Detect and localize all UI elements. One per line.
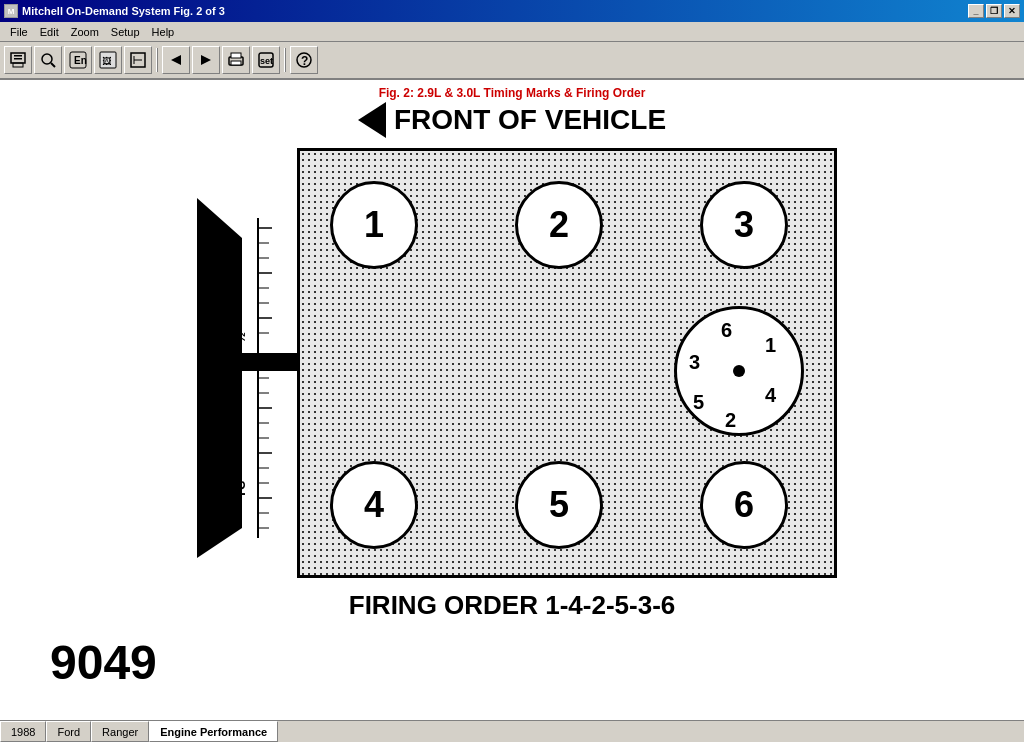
svg-marker-14	[201, 55, 211, 65]
svg-point-4	[42, 54, 52, 64]
status-tab-model[interactable]: Ranger	[91, 721, 149, 742]
title-bar: M Mitchell On-Demand System Fig. 2 of 3 …	[0, 0, 1024, 22]
diagram-container: FRONT OF VEHICLE	[0, 102, 1024, 712]
front-label-text: FRONT OF VEHICLE	[394, 104, 666, 136]
dist-num-2: 2	[725, 409, 736, 432]
arrow-left-icon	[358, 102, 386, 138]
svg-rect-3	[14, 58, 22, 60]
toolbar-help-btn[interactable]: ?	[290, 46, 318, 74]
toolbar-print-btn[interactable]	[222, 46, 250, 74]
svg-text:½: ½	[233, 332, 248, 343]
toolbar-btn-1[interactable]	[4, 46, 32, 74]
engine-block: 1 2 3 4 5 6 6 1	[297, 148, 837, 578]
menu-file[interactable]: File	[4, 24, 34, 40]
toolbar-btn-4[interactable]: 🖼	[94, 46, 122, 74]
svg-text:TC: TC	[233, 480, 248, 498]
fig-number: 9049	[50, 635, 157, 690]
status-tab-engine[interactable]: Engine Performance	[149, 721, 278, 742]
toolbar-btn-3[interactable]: Enh	[64, 46, 92, 74]
svg-rect-23	[242, 353, 297, 371]
status-tab-make[interactable]: Ford	[46, 721, 91, 742]
toolbar: Enh 🖼 set ?	[0, 42, 1024, 80]
svg-rect-17	[231, 61, 241, 65]
app-icon: M	[4, 4, 18, 18]
figure-caption: Fig. 2: 2.9L & 3.0L Timing Marks & Firin…	[0, 80, 1024, 102]
menu-edit[interactable]: Edit	[34, 24, 65, 40]
dist-num-6: 6	[721, 319, 732, 342]
status-tab-year[interactable]: 1988	[0, 721, 46, 742]
main-content: Fig. 2: 2.9L & 3.0L Timing Marks & Firin…	[0, 80, 1024, 720]
cylinder-3: 3	[700, 181, 788, 269]
status-bar: 1988 Ford Ranger Engine Performance	[0, 720, 1024, 742]
svg-text:Enh: Enh	[74, 55, 87, 66]
svg-text:🖼: 🖼	[102, 56, 111, 66]
svg-rect-24	[257, 218, 259, 538]
svg-marker-13	[171, 55, 181, 65]
dist-num-3: 3	[689, 351, 700, 374]
toolbar-forward-btn[interactable]	[192, 46, 220, 74]
ruler-svg: TC ½	[187, 158, 297, 588]
distributor-inner: 6 1 3 4 5 2	[677, 309, 801, 433]
toolbar-back-btn[interactable]	[162, 46, 190, 74]
minimize-button[interactable]: _	[968, 4, 984, 18]
svg-rect-2	[14, 55, 22, 57]
svg-marker-22	[197, 198, 242, 558]
timing-ruler: TC ½	[187, 158, 297, 578]
diagram-wrapper: TC ½	[187, 148, 837, 578]
close-button[interactable]: ✕	[1004, 4, 1020, 18]
svg-text:set: set	[260, 56, 273, 66]
cylinder-6: 6	[700, 461, 788, 549]
toolbar-settings-btn[interactable]: set	[252, 46, 280, 74]
front-of-vehicle-label: FRONT OF VEHICLE	[358, 102, 666, 138]
svg-rect-16	[231, 53, 241, 58]
toolbar-btn-5[interactable]	[124, 46, 152, 74]
firing-order: FIRING ORDER 1-4-2-5-3-6	[349, 590, 676, 621]
toolbar-separator-2	[284, 48, 286, 72]
dist-num-4: 4	[765, 384, 776, 407]
restore-button[interactable]: ❐	[986, 4, 1002, 18]
distributor: 6 1 3 4 5 2	[674, 306, 804, 436]
svg-text:?: ?	[301, 54, 308, 68]
cylinder-4: 4	[330, 461, 418, 549]
menu-help[interactable]: Help	[146, 24, 181, 40]
cylinder-5: 5	[515, 461, 603, 549]
menu-zoom[interactable]: Zoom	[65, 24, 105, 40]
svg-line-5	[51, 63, 55, 67]
dist-num-1: 1	[765, 334, 776, 357]
window-title: Mitchell On-Demand System Fig. 2 of 3	[22, 5, 225, 17]
menu-bar: File Edit Zoom Setup Help	[0, 22, 1024, 42]
menu-setup[interactable]: Setup	[105, 24, 146, 40]
toolbar-separator-1	[156, 48, 158, 72]
toolbar-btn-2[interactable]	[34, 46, 62, 74]
dist-num-5: 5	[693, 391, 704, 414]
distributor-center	[733, 365, 745, 377]
cylinder-2: 2	[515, 181, 603, 269]
cylinder-1: 1	[330, 181, 418, 269]
